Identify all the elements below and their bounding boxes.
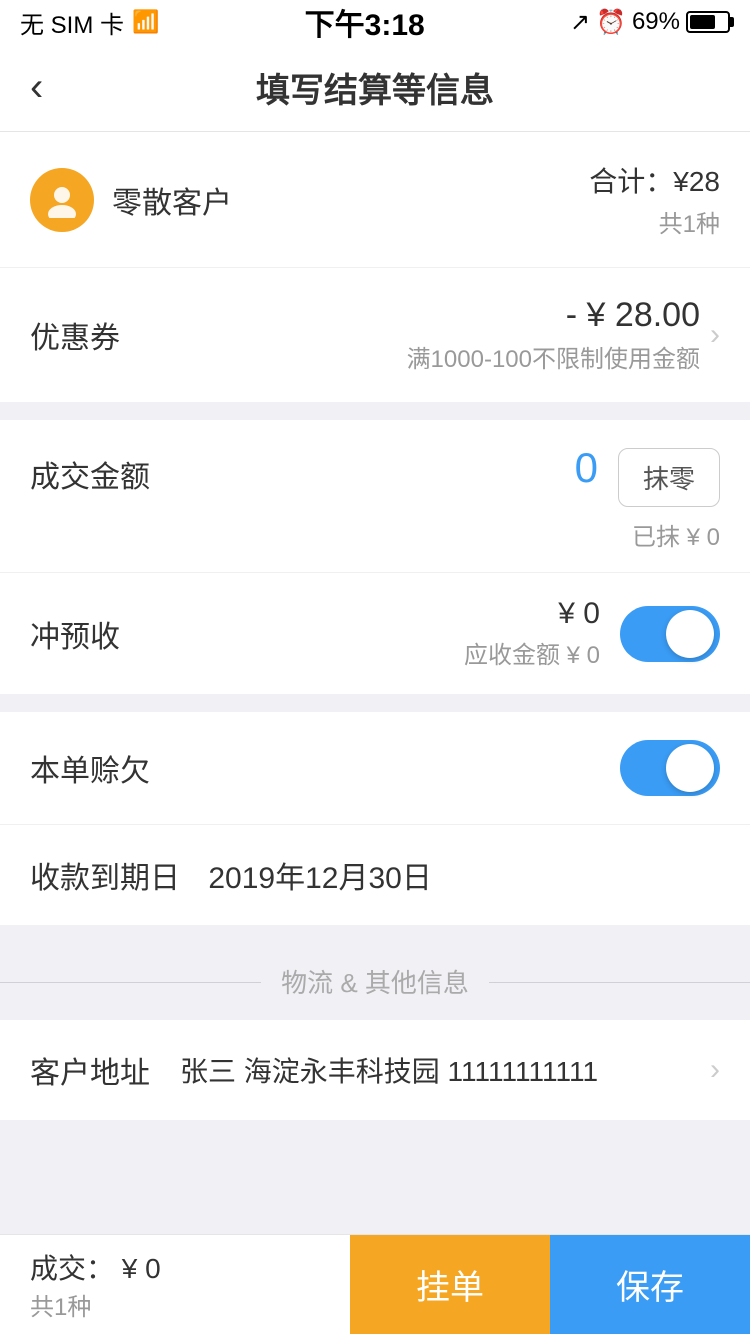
location-icon: ↗ xyxy=(570,8,590,37)
bottom-bar: 成交： ¥ 0 共1种 挂单 保存 xyxy=(0,1234,750,1334)
precollect-main: ¥ 0 xyxy=(464,597,600,631)
bottom-summary: 成交： ¥ 0 共1种 xyxy=(0,1247,350,1322)
coupon-row[interactable]: 优惠券 - ¥ 28.00 满1000-100不限制使用金额 › xyxy=(0,268,750,402)
coupon-amount: - ¥ 28.00 xyxy=(407,296,700,335)
chevron-right-icon: › xyxy=(710,318,720,352)
precollect-row: 冲预收 ¥ 0 应收金额 ¥ 0 xyxy=(0,572,750,694)
wifi-icon: 📶 xyxy=(132,9,159,35)
status-bar: 无 SIM 卡 📶 下午3:18 ↗ ⏰ 69% xyxy=(0,0,750,44)
customer-info: 零散客户 xyxy=(30,168,232,232)
credit-row: 本单赊欠 xyxy=(0,712,750,824)
deal-section: 成交金额 0 抹零 已抹 ¥ 0 冲预收 ¥ 0 应收金额 ¥ 0 xyxy=(0,420,750,694)
nav-bar: ‹ 填写结算等信息 xyxy=(0,44,750,132)
back-button[interactable]: ‹ xyxy=(30,65,43,110)
deal-label: 成交金额 xyxy=(30,444,150,496)
page-title: 填写结算等信息 xyxy=(256,63,494,112)
precollect-amount: ¥ 0 应收金额 ¥ 0 xyxy=(464,597,600,670)
bottom-deal-amount: ¥ 0 xyxy=(122,1253,161,1284)
address-section: 客户地址 张三 海淀永丰科技园 11111111111 › xyxy=(0,1020,750,1120)
precollect-right: ¥ 0 应收金额 ¥ 0 xyxy=(464,597,720,670)
avatar xyxy=(30,168,94,232)
toggle-knob xyxy=(666,610,714,658)
battery-text: 69% xyxy=(632,8,680,36)
total-count: 共1种 xyxy=(589,204,720,239)
status-left: 无 SIM 卡 📶 xyxy=(20,5,159,40)
battery-icon xyxy=(686,11,730,33)
address-label: 客户地址 xyxy=(30,1048,150,1092)
status-right: ↗ ⏰ 69% xyxy=(570,8,730,37)
battery-fill xyxy=(690,15,715,29)
deal-right: 0 抹零 xyxy=(575,444,720,507)
total-label: 合计：¥28 xyxy=(589,160,720,200)
customer-total: 合计：¥28 共1种 xyxy=(589,160,720,239)
bottom-deal: 成交： ¥ 0 xyxy=(30,1247,320,1287)
no-sim-text: 无 SIM 卡 xyxy=(20,5,124,40)
due-date-value: 2019年12月30日 xyxy=(208,862,431,895)
address-chevron-icon: › xyxy=(710,1053,720,1087)
credit-toggle[interactable] xyxy=(620,740,720,796)
credit-label: 本单赊欠 xyxy=(30,746,150,790)
customer-section: 零散客户 合计：¥28 共1种 优惠券 - ¥ 28.00 满1000-100不… xyxy=(0,132,750,402)
precollect-toggle[interactable] xyxy=(620,606,720,662)
already-rounded: 已抹 ¥ 0 xyxy=(0,517,750,572)
deal-amount: 0 xyxy=(575,444,598,492)
coupon-desc: 满1000-100不限制使用金额 xyxy=(407,339,700,374)
status-time: 下午3:18 xyxy=(305,0,425,44)
alarm-icon: ⏰ xyxy=(596,8,626,37)
due-date-label: 收款到期日 xyxy=(30,862,180,895)
credit-toggle-knob xyxy=(666,744,714,792)
due-date-row: 收款到期日 2019年12月30日 xyxy=(0,824,750,925)
bottom-deal-label: 成交： xyxy=(30,1253,114,1284)
info-section-header: 物流 & 其他信息 xyxy=(0,943,750,1020)
coupon-label: 优惠券 xyxy=(30,313,120,357)
save-button[interactable]: 保存 xyxy=(550,1235,750,1334)
customer-name: 零散客户 xyxy=(112,178,232,222)
customer-row: 零散客户 合计：¥28 共1种 xyxy=(0,132,750,268)
credit-section: 本单赊欠 收款到期日 2019年12月30日 xyxy=(0,712,750,925)
bottom-count: 共1种 xyxy=(30,1287,320,1322)
address-value: 张三 海淀永丰科技园 11111111111 xyxy=(180,1050,710,1090)
hold-button[interactable]: 挂单 xyxy=(350,1235,550,1334)
precollect-label: 冲预收 xyxy=(30,612,120,656)
deal-row: 成交金额 0 抹零 xyxy=(0,420,750,517)
address-row[interactable]: 客户地址 张三 海淀永丰科技园 11111111111 › xyxy=(0,1020,750,1120)
precollect-sub: 应收金额 ¥ 0 xyxy=(464,635,600,670)
info-header-text: 物流 & 其他信息 xyxy=(261,963,489,1000)
round-button[interactable]: 抹零 xyxy=(618,448,720,507)
